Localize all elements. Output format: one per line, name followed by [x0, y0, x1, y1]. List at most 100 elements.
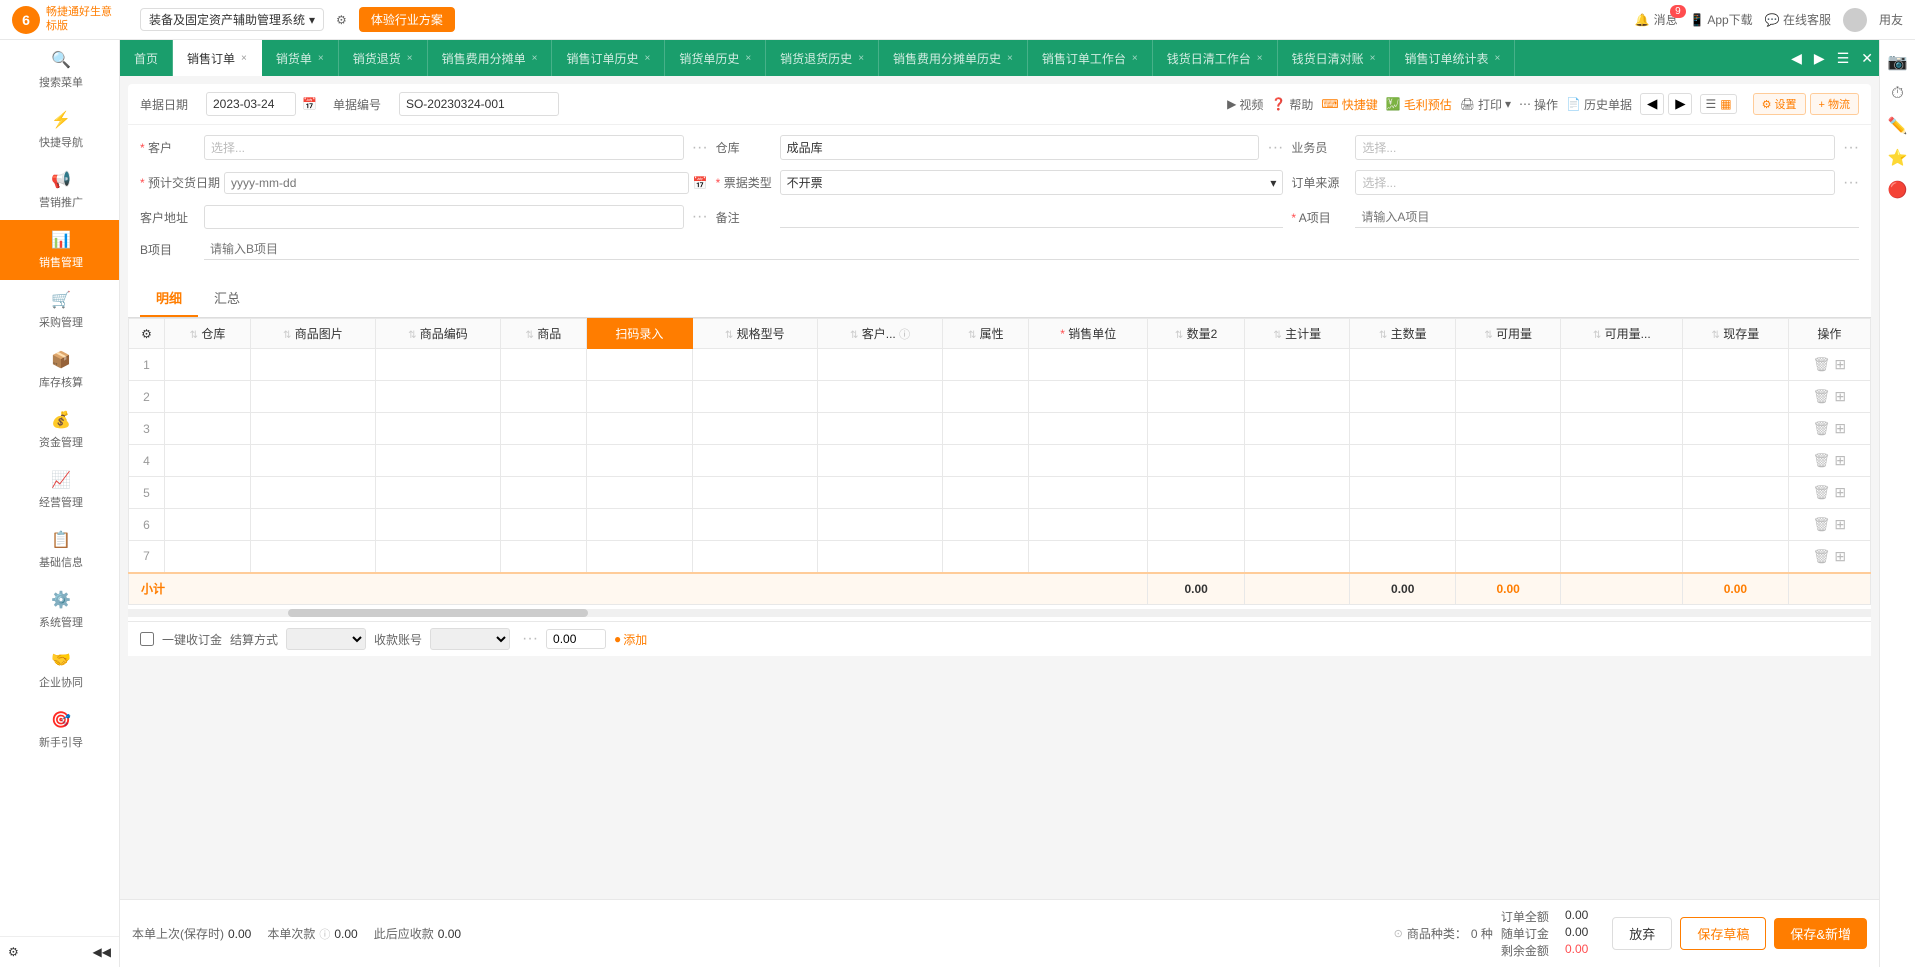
tab-close-icon[interactable]: × — [1257, 53, 1263, 64]
copy-icon[interactable]: ⊞ — [1834, 452, 1846, 469]
add-btn[interactable]: ● 添加 — [614, 631, 647, 648]
sidebar-item-purchase[interactable]: 🛒 采购管理 — [0, 280, 119, 340]
copy-icon[interactable]: ⊞ — [1834, 356, 1846, 373]
right-panel-edit-icon[interactable]: ✏️ — [1884, 112, 1912, 140]
settings-btn[interactable]: ⚙ 设置 — [1753, 93, 1806, 115]
th-warehouse[interactable]: ⇅ 仓库 — [165, 319, 251, 349]
tab-order-history[interactable]: 销售订单历史 × — [552, 40, 665, 76]
tab-close-all-btn[interactable]: ✕ — [1855, 40, 1879, 76]
history-action[interactable]: 📄 历史单据 — [1566, 96, 1632, 113]
calendar-icon[interactable]: 📅 — [302, 97, 317, 111]
th-stock-qty[interactable]: ⇅ 现存量 — [1683, 319, 1788, 349]
tab-daily-workbench[interactable]: 钱货日清工作台 × — [1153, 40, 1278, 76]
th-customer-ref[interactable]: ⇅ 客户... ⓘ — [817, 319, 943, 349]
tab-next-btn[interactable]: ▶ — [1808, 40, 1831, 76]
tab-close-icon[interactable]: × — [532, 53, 538, 64]
scrollbar-track[interactable] — [128, 609, 1871, 617]
sidebar-settings-icon[interactable]: ⚙ — [8, 945, 19, 959]
sidebar-item-marketing[interactable]: 📢 营销推广 — [0, 160, 119, 220]
copy-icon[interactable]: ⊞ — [1834, 548, 1846, 565]
staff-more-icon[interactable]: ··· — [1843, 139, 1859, 157]
save-draft-btn[interactable]: 保存草稿 — [1680, 917, 1766, 950]
amount-input[interactable] — [546, 629, 606, 649]
order-source-input[interactable]: 选择... — [1355, 170, 1835, 195]
notification-area[interactable]: 🔔 9 消息 — [1635, 11, 1678, 28]
tab-sales-expense[interactable]: 销售费用分摊单 × — [428, 40, 553, 76]
a-project-input[interactable] — [1355, 207, 1859, 228]
right-panel-star-icon[interactable]: ⭐ — [1884, 144, 1912, 172]
operations-action[interactable]: ⋯ 操作 — [1519, 96, 1558, 113]
tab-close-icon[interactable]: × — [858, 53, 864, 64]
tab-close-icon[interactable]: × — [1007, 53, 1013, 64]
view-toggle[interactable]: ☰ ▦ — [1700, 94, 1736, 114]
th-settings[interactable]: ⚙ — [129, 319, 165, 349]
tab-detail[interactable]: 明细 — [140, 280, 198, 317]
tab-sales-order[interactable]: 销售订单 × — [173, 40, 262, 76]
th-main-unit[interactable]: ⇅ 主计量 — [1245, 319, 1350, 349]
settings-icon[interactable]: ⚙ — [332, 9, 351, 31]
tab-close-icon[interactable]: × — [241, 53, 247, 64]
sidebar-collapse-icon[interactable]: ◀◀ — [93, 945, 111, 959]
add-logistics-btn[interactable]: + 物流 — [1810, 93, 1859, 115]
calendar-icon-2[interactable]: 📅 — [693, 176, 708, 190]
tab-order-stats[interactable]: 销售订单统计表 × — [1390, 40, 1515, 76]
b-project-input[interactable] — [204, 239, 1859, 260]
tab-close-icon[interactable]: × — [1370, 53, 1376, 64]
delete-icon[interactable]: 🗑 — [1813, 388, 1831, 405]
sidebar-item-quicknav[interactable]: ⚡ 快捷导航 — [0, 100, 119, 160]
sidebar-item-collab[interactable]: 🤝 企业协同 — [0, 640, 119, 700]
invoice-select[interactable]: 不开票 ▾ — [780, 170, 1284, 195]
sidebar-item-management[interactable]: 📈 经营管理 — [0, 460, 119, 520]
tab-close-icon[interactable]: × — [407, 53, 413, 64]
tab-close-icon[interactable]: × — [745, 53, 751, 64]
industry-btn[interactable]: 体验行业方案 — [359, 7, 455, 32]
order-source-more-icon[interactable]: ··· — [1843, 174, 1859, 192]
th-avail-qty2[interactable]: ⇅ 可用量... — [1561, 319, 1683, 349]
delivery-input[interactable] — [224, 172, 689, 194]
view-action[interactable]: ▶ 视频 — [1227, 96, 1263, 113]
sidebar-item-guide[interactable]: 🎯 新手引导 — [0, 700, 119, 760]
save-new-btn[interactable]: 保存&新增 — [1774, 918, 1867, 949]
date-input[interactable]: 2023-03-24 — [206, 92, 296, 116]
customer-input[interactable]: 选择... — [204, 135, 684, 160]
th-spec[interactable]: ⇅ 规格型号 — [692, 319, 817, 349]
copy-icon[interactable]: ⊞ — [1834, 388, 1846, 405]
sidebar-item-baseinfo[interactable]: 📋 基础信息 — [0, 520, 119, 580]
online-service-link[interactable]: 💬 在线客服 — [1765, 11, 1831, 28]
delete-icon[interactable]: 🗑 — [1813, 420, 1831, 437]
tab-home[interactable]: 首页 — [120, 40, 173, 76]
th-product-image[interactable]: ⇅ 商品图片 — [250, 319, 375, 349]
th-product[interactable]: ⇅ 商品 — [500, 319, 586, 349]
customer-addr-input[interactable] — [204, 205, 684, 229]
staff-input[interactable]: 选择... — [1355, 135, 1835, 160]
profit-action[interactable]: 💹 毛利预估 — [1386, 96, 1452, 113]
th-scan[interactable]: 扫码录入 — [586, 319, 692, 349]
copy-icon[interactable]: ⊞ — [1834, 420, 1846, 437]
tab-return-history[interactable]: 销货退货历史 × — [766, 40, 879, 76]
right-panel-clock-icon[interactable]: ⏱ — [1884, 80, 1912, 108]
account-more-icon[interactable]: ··· — [522, 630, 538, 648]
delete-icon[interactable]: 🗑 — [1813, 516, 1831, 533]
sidebar-item-search[interactable]: 🔍 搜索菜单 — [0, 40, 119, 100]
tab-expense-history[interactable]: 销售费用分摊单历史 × — [879, 40, 1028, 76]
tab-summary[interactable]: 汇总 — [198, 280, 256, 317]
delete-icon[interactable]: 🗑 — [1813, 548, 1831, 565]
warehouse-input[interactable]: 成品库 — [780, 135, 1260, 160]
tab-close-icon[interactable]: × — [1494, 53, 1500, 64]
tab-prev-btn[interactable]: ◀ — [1785, 40, 1808, 76]
copy-icon[interactable]: ⊞ — [1834, 484, 1846, 501]
sidebar-item-finance[interactable]: 💰 资金管理 — [0, 400, 119, 460]
system-selector[interactable]: 装备及固定资产辅助管理系统 ▾ — [140, 8, 324, 31]
tab-daily-reconcile[interactable]: 钱货日清对账 × — [1278, 40, 1391, 76]
tab-order-workbench[interactable]: 销售订单工作台 × — [1028, 40, 1153, 76]
th-main-qty[interactable]: ⇅ 主数量 — [1350, 319, 1455, 349]
account-select[interactable] — [430, 628, 510, 650]
delete-icon[interactable]: 🗑 — [1813, 452, 1831, 469]
tab-sales-return[interactable]: 销货退货 × — [339, 40, 428, 76]
help-action[interactable]: ❓ 帮助 — [1271, 96, 1313, 113]
prev-record-btn[interactable]: ◀ — [1640, 93, 1664, 115]
delete-icon[interactable]: 🗑 — [1813, 356, 1831, 373]
one-key-payment-checkbox[interactable] — [140, 632, 154, 646]
tab-close-icon[interactable]: × — [1132, 53, 1138, 64]
th-avail-qty[interactable]: ⇅ 可用量 — [1455, 319, 1560, 349]
